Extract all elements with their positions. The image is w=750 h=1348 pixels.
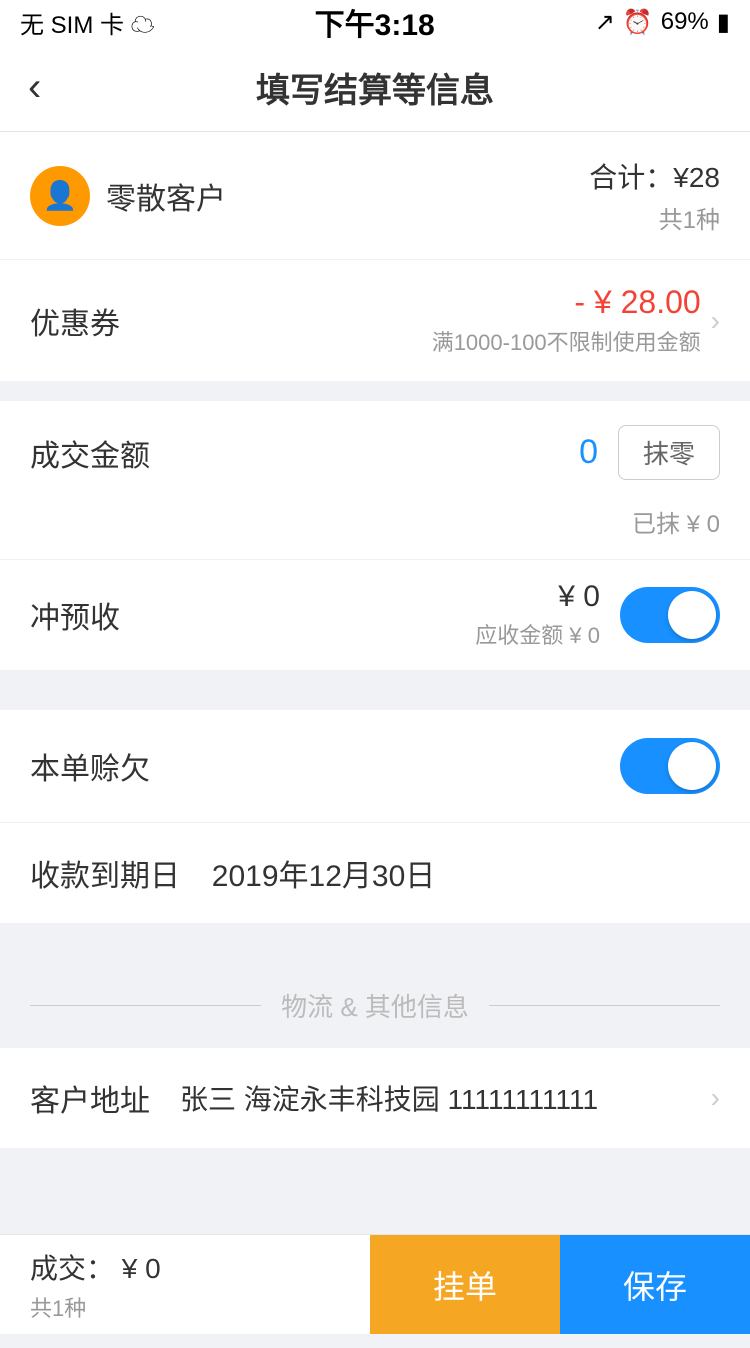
- precharge-row: 冲预收 ¥ 0 应收金额 ¥ 0: [0, 559, 750, 670]
- coupon-label: 优惠券: [30, 299, 120, 343]
- customer-section: 👤 零散客户 合计：¥28 共1种: [0, 132, 750, 259]
- precharge-toggle[interactable]: [620, 587, 720, 643]
- precharge-amount: ¥ 0: [475, 580, 600, 614]
- precharge-right: ¥ 0 应收金额 ¥ 0: [475, 580, 720, 650]
- bottom-trade-value: ¥ 0: [122, 1253, 161, 1284]
- debt-row: 本单赊欠: [0, 710, 750, 822]
- status-time: 下午3:18: [315, 0, 435, 44]
- address-row[interactable]: 客户地址 张三 海淀永丰科技园 11111111111 ›: [0, 1048, 750, 1148]
- logistics-section: 物流 & 其他信息: [0, 963, 750, 1048]
- bottom-trade-label: 成交：: [30, 1253, 114, 1284]
- battery-percent: 69%: [661, 8, 709, 36]
- logistics-label: 物流 & 其他信息: [281, 987, 469, 1024]
- page-title: 填写结算等信息: [256, 63, 494, 112]
- customer-avatar: 👤: [30, 166, 90, 226]
- bottom-info: 成交： ¥ 0 共1种: [0, 1235, 370, 1334]
- precharge-receivable: 应收金额 ¥ 0: [475, 618, 600, 650]
- coupon-info: - ¥ 28.00 满1000-100不限制使用金额: [432, 284, 701, 357]
- location-icon: ↗: [595, 8, 615, 37]
- transaction-label: 成交金额: [30, 431, 150, 475]
- customer-total: 合计：¥28: [589, 156, 720, 196]
- round-button[interactable]: 抹零: [618, 425, 720, 480]
- address-chevron-icon: ›: [711, 1082, 720, 1114]
- section-gap-3: [0, 923, 750, 943]
- debt-label: 本单赊欠: [30, 744, 150, 788]
- toggle-knob: [668, 591, 716, 639]
- section-gap-1: [0, 381, 750, 401]
- already-rounded-text: 已抹 ¥ 0: [0, 504, 750, 559]
- alarm-icon: ⏰: [623, 8, 653, 37]
- address-value: 张三 海淀永丰科技园 11111111111: [180, 1078, 711, 1118]
- hang-button[interactable]: 挂单: [370, 1235, 560, 1334]
- coupon-desc: 满1000-100不限制使用金额: [432, 325, 701, 357]
- person-icon: 👤: [43, 179, 78, 212]
- transaction-row: 成交金额 0 抹零: [0, 401, 750, 504]
- sim-status: 无 SIM 卡 ☁: [20, 5, 155, 40]
- precharge-amount-info: ¥ 0 应收金额 ¥ 0: [475, 580, 600, 650]
- customer-row: 👤 零散客户 合计：¥28 共1种: [0, 132, 750, 259]
- precharge-label: 冲预收: [30, 593, 120, 637]
- nav-bar: ‹ 填写结算等信息: [0, 44, 750, 132]
- status-left: 无 SIM 卡 ☁: [20, 5, 155, 40]
- status-bar: 无 SIM 卡 ☁ 下午3:18 ↗ ⏰ 69% ▮: [0, 0, 750, 44]
- battery-icon: ▮: [717, 8, 730, 37]
- customer-count: 共1种: [589, 200, 720, 235]
- customer-total-info: 合计：¥28 共1种: [589, 156, 720, 235]
- debt-section: 本单赊欠 收款到期日 2019年12月30日: [0, 710, 750, 923]
- section-gap-2: [0, 670, 750, 690]
- due-date-label: 收款到期日: [30, 860, 180, 893]
- transaction-right: 0 抹零: [579, 425, 720, 480]
- debt-toggle-knob: [668, 742, 716, 790]
- bottom-bar: 成交： ¥ 0 共1种 挂单 保存: [0, 1234, 750, 1334]
- debt-toggle[interactable]: [620, 738, 720, 794]
- coupon-chevron-icon: ›: [711, 305, 720, 337]
- back-button[interactable]: ‹: [28, 65, 41, 110]
- due-date-row[interactable]: 收款到期日 2019年12月30日: [0, 822, 750, 923]
- transaction-section: 成交金额 0 抹零 已抹 ¥ 0 冲预收 ¥ 0 应收金额 ¥ 0: [0, 401, 750, 670]
- transaction-value[interactable]: 0: [579, 433, 598, 472]
- address-section: 客户地址 张三 海淀永丰科技园 11111111111 ›: [0, 1048, 750, 1148]
- bottom-count: 共1种: [30, 1291, 340, 1323]
- save-button[interactable]: 保存: [560, 1235, 750, 1334]
- address-label: 客户地址: [30, 1076, 150, 1120]
- bottom-trade: 成交： ¥ 0: [30, 1247, 340, 1287]
- coupon-right: - ¥ 28.00 满1000-100不限制使用金额 ›: [432, 284, 720, 357]
- coupon-row[interactable]: 优惠券 - ¥ 28.00 满1000-100不限制使用金额 ›: [0, 260, 750, 381]
- status-right: ↗ ⏰ 69% ▮: [595, 8, 730, 37]
- due-date-value: 2019年12月30日: [212, 860, 435, 893]
- coupon-amount: - ¥ 28.00: [432, 284, 701, 321]
- customer-info: 👤 零散客户: [30, 166, 226, 226]
- customer-name: 零散客户: [106, 174, 226, 218]
